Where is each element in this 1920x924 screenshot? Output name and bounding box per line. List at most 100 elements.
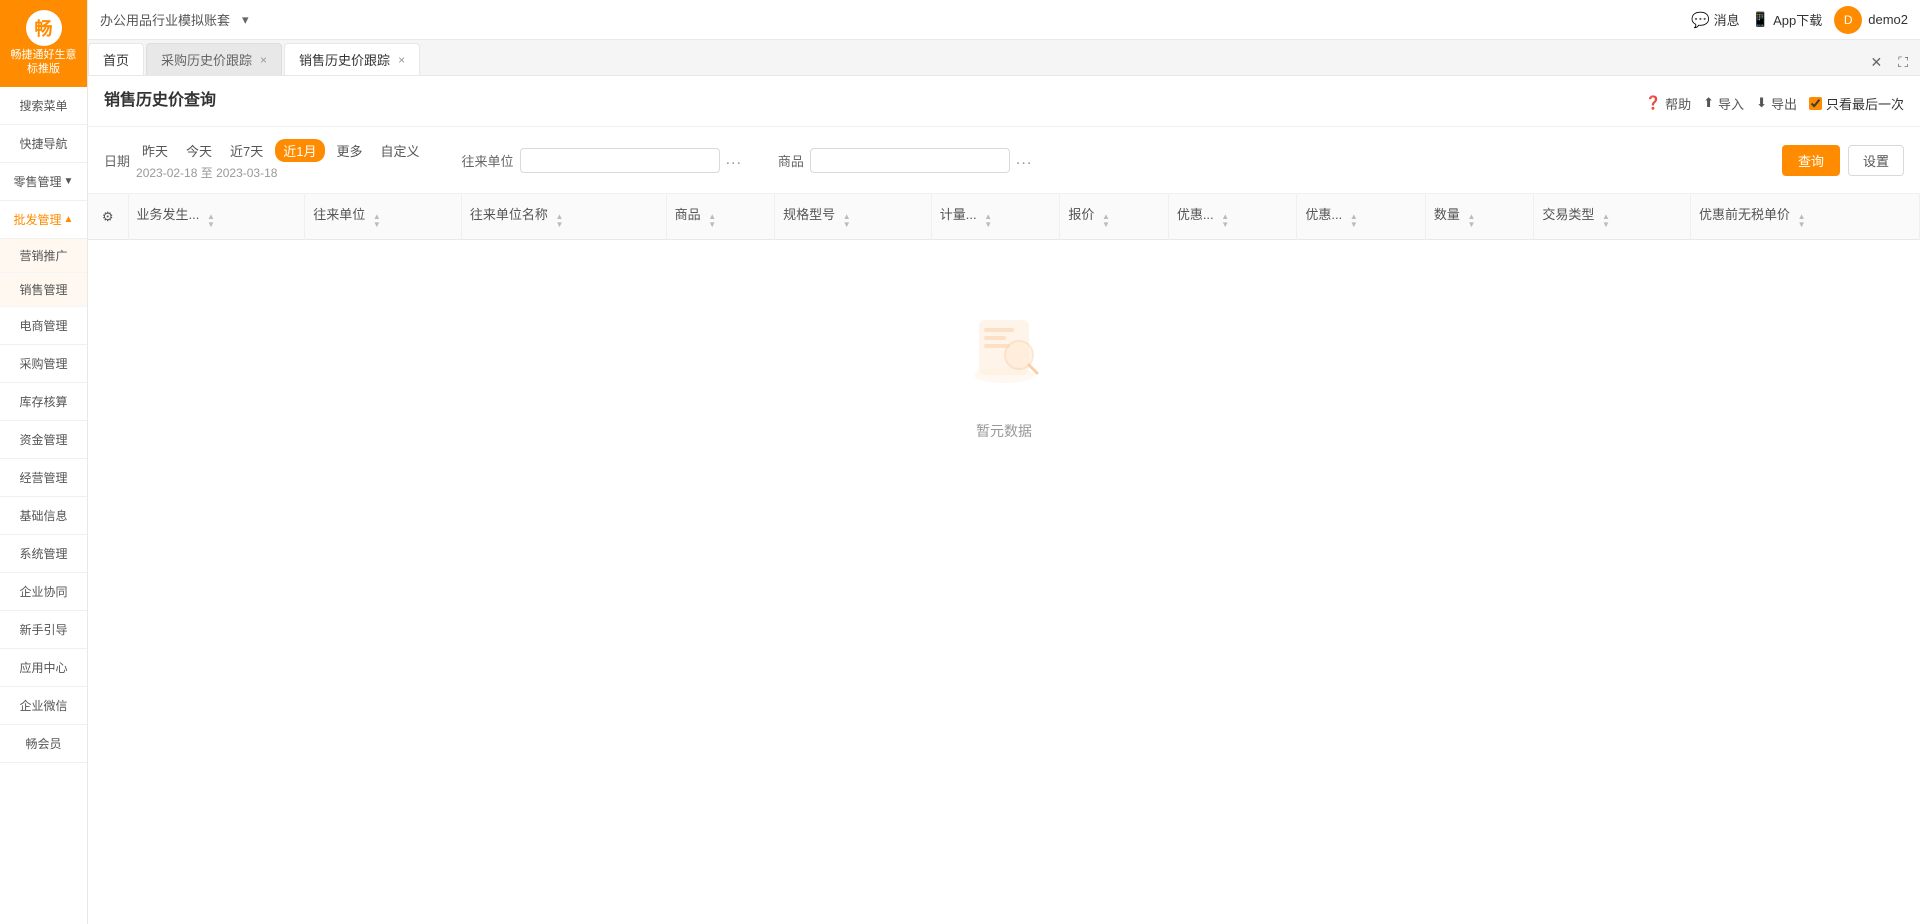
sort-spec-icon: ▲▼ <box>843 213 851 229</box>
col-discount2[interactable]: 优惠... ▲▼ <box>1297 194 1426 240</box>
filter-actions: 查询 设置 <box>1782 145 1904 176</box>
sort-discount2-icon: ▲▼ <box>1350 213 1358 229</box>
maximize-button[interactable]: ⛶ <box>1894 50 1912 75</box>
sidebar-item-search-menu[interactable]: 搜索菜单 <box>0 87 87 125</box>
sort-discount1-icon: ▲▼ <box>1221 213 1229 229</box>
retail-arrow-icon: ▼ <box>64 176 74 187</box>
sort-quantity-icon: ▲▼ <box>1468 213 1476 229</box>
help-action[interactable]: ❓ 帮助 <box>1645 94 1691 113</box>
tab-purchase-history-close-icon[interactable]: × <box>260 53 267 67</box>
only-last-checkbox[interactable] <box>1809 97 1822 110</box>
empty-text: 暂元数据 <box>976 421 1032 441</box>
col-pretax-price[interactable]: 优惠前无税单价 ▲▼ <box>1691 194 1920 240</box>
sidebar-item-marketing[interactable]: 营销推广 <box>0 239 87 273</box>
sort-unit-icon: ▲▼ <box>984 213 992 229</box>
message-action[interactable]: 💬 消息 <box>1691 10 1740 29</box>
sidebar-item-app-center[interactable]: 应用中心 <box>0 649 87 687</box>
date-opt-yesterday[interactable]: 昨天 <box>136 139 174 162</box>
user-profile[interactable]: D demo2 <box>1834 6 1908 34</box>
sidebar-item-system-mgmt[interactable]: 系统管理 <box>0 535 87 573</box>
sidebar-item-new-guide[interactable]: 新手引导 <box>0 611 87 649</box>
date-opt-more[interactable]: 更多 <box>331 139 369 162</box>
filter-area: 日期 昨天 今天 近7天 近1月 更多 自定义 2023-02-18 至 202… <box>88 127 1920 194</box>
import-icon: ⬆ <box>1703 95 1714 111</box>
topbar-title: 办公用品行业模拟账套 <box>100 10 230 29</box>
data-table: ⚙ 业务发生... ▲▼ 往来单位 ▲▼ 往来单位名称 ▲▼ <box>88 194 1920 240</box>
date-label: 日期 <box>104 151 130 170</box>
goods-label: 商品 <box>778 151 804 170</box>
main-area: 办公用品行业模拟账套 ▾ 💬 消息 📱 App下载 D demo2 首页 采购历… <box>88 0 1920 924</box>
date-filter: 日期 昨天 今天 近7天 近1月 更多 自定义 2023-02-18 至 202… <box>104 139 426 181</box>
sidebar-item-sales-mgmt[interactable]: 销售管理 <box>0 273 87 307</box>
tab-sales-history-close-icon[interactable]: × <box>398 53 405 67</box>
app-download-action[interactable]: 📱 App下载 <box>1752 10 1823 29</box>
only-last-checkbox-wrap[interactable]: 只看最后一次 <box>1809 94 1904 113</box>
col-trade-type[interactable]: 交易类型 ▲▼ <box>1534 194 1691 240</box>
sort-partner-code-icon: ▲▼ <box>373 213 381 229</box>
sidebar-item-enterprise-wechat[interactable]: 企业微信 <box>0 687 87 725</box>
col-spec[interactable]: 规格型号 ▲▼ <box>775 194 932 240</box>
sidebar-item-enterprise-collab[interactable]: 企业协同 <box>0 573 87 611</box>
date-opt-1month[interactable]: 近1月 <box>275 139 324 162</box>
sidebar-item-retail-mgmt[interactable]: 零售管理 ▼ <box>0 163 87 201</box>
page-content: 销售历史价查询 ❓ 帮助 ⬆ 导入 ⬇ 导出 只看最后一次 <box>88 76 1920 924</box>
logo-icon: 畅 <box>26 10 62 46</box>
app-download-icon: 📱 <box>1752 11 1769 28</box>
sidebar-item-membership[interactable]: 畅会员 <box>0 725 87 763</box>
col-quoted-price[interactable]: 报价 ▲▼ <box>1060 194 1168 240</box>
close-all-tabs-button[interactable]: ✕ <box>1866 50 1886 75</box>
settings-icon: ⚙ <box>102 209 114 224</box>
tabs-right-actions: ✕ ⛶ <box>1866 50 1920 75</box>
date-opt-today[interactable]: 今天 <box>180 139 218 162</box>
partner-input[interactable] <box>520 148 720 173</box>
empty-state: 暂元数据 <box>88 240 1920 501</box>
logo-text: 畅捷通好生意 标推版 <box>11 48 77 77</box>
import-action[interactable]: ⬆ 导入 <box>1703 94 1744 113</box>
partner-ellipsis-icon[interactable]: ... <box>726 151 742 169</box>
partner-filter: 往来单位 ... <box>462 148 742 173</box>
date-opt-custom[interactable]: 自定义 <box>375 139 426 162</box>
col-biz-date[interactable]: 业务发生... ▲▼ <box>128 194 305 240</box>
table-header: ⚙ 业务发生... ▲▼ 往来单位 ▲▼ 往来单位名称 ▲▼ <box>88 194 1920 240</box>
only-last-label[interactable]: 只看最后一次 <box>1826 94 1904 113</box>
col-discount1[interactable]: 优惠... ▲▼ <box>1168 194 1297 240</box>
sort-pretax-price-icon: ▲▼ <box>1798 213 1806 229</box>
sidebar-item-finance-mgmt[interactable]: 资金管理 <box>0 421 87 459</box>
table-container: ⚙ 业务发生... ▲▼ 往来单位 ▲▼ 往来单位名称 ▲▼ <box>88 194 1920 924</box>
col-unit[interactable]: 计量... ▲▼ <box>931 194 1060 240</box>
topbar: 办公用品行业模拟账套 ▾ 💬 消息 📱 App下载 D demo2 <box>88 0 1920 40</box>
date-opt-7days[interactable]: 近7天 <box>224 139 269 162</box>
sidebar-item-purchase-mgmt[interactable]: 采购管理 <box>0 345 87 383</box>
goods-input[interactable] <box>810 148 1010 173</box>
sidebar-item-ecom-mgmt[interactable]: 电商管理 <box>0 307 87 345</box>
col-partner-name[interactable]: 往来单位名称 ▲▼ <box>461 194 666 240</box>
tab-purchase-history[interactable]: 采购历史价跟踪 × <box>146 43 282 75</box>
col-settings[interactable]: ⚙ <box>88 194 128 240</box>
sidebar-logo: 畅 畅捷通好生意 标推版 <box>0 0 87 87</box>
goods-filter: 商品 ... <box>778 148 1032 173</box>
page-top-actions: ❓ 帮助 ⬆ 导入 ⬇ 导出 只看最后一次 <box>1645 94 1904 113</box>
settings-button[interactable]: 设置 <box>1848 145 1904 176</box>
goods-ellipsis-icon[interactable]: ... <box>1016 151 1032 169</box>
sidebar-item-inventory[interactable]: 库存核算 <box>0 383 87 421</box>
sort-biz-date-icon: ▲▼ <box>207 213 215 229</box>
col-quantity[interactable]: 数量 ▲▼ <box>1425 194 1533 240</box>
export-action[interactable]: ⬇ 导出 <box>1756 94 1797 113</box>
date-options: 昨天 今天 近7天 近1月 更多 自定义 <box>136 139 426 162</box>
sort-trade-type-icon: ▲▼ <box>1602 213 1610 229</box>
date-options-col: 昨天 今天 近7天 近1月 更多 自定义 2023-02-18 至 2023-0… <box>136 139 426 181</box>
tab-sales-history[interactable]: 销售历史价跟踪 × <box>284 43 420 75</box>
partner-label: 往来单位 <box>462 151 514 170</box>
col-goods[interactable]: 商品 ▲▼ <box>666 194 774 240</box>
sort-quoted-price-icon: ▲▼ <box>1102 213 1110 229</box>
sidebar-item-wholesale-mgmt[interactable]: 批发管理 ▲ <box>0 201 87 239</box>
logo-symbol: 畅 <box>35 15 53 41</box>
query-button[interactable]: 查询 <box>1782 145 1840 176</box>
tab-home[interactable]: 首页 <box>88 43 144 75</box>
col-partner-code[interactable]: 往来单位 ▲▼ <box>305 194 462 240</box>
sidebar-item-quick-nav[interactable]: 快捷导航 <box>0 125 87 163</box>
sidebar-item-ops-mgmt[interactable]: 经营管理 <box>0 459 87 497</box>
topbar-dropdown-arrow-icon[interactable]: ▾ <box>242 12 954 28</box>
sort-goods-icon: ▲▼ <box>708 213 716 229</box>
sidebar-item-basic-info[interactable]: 基础信息 <box>0 497 87 535</box>
